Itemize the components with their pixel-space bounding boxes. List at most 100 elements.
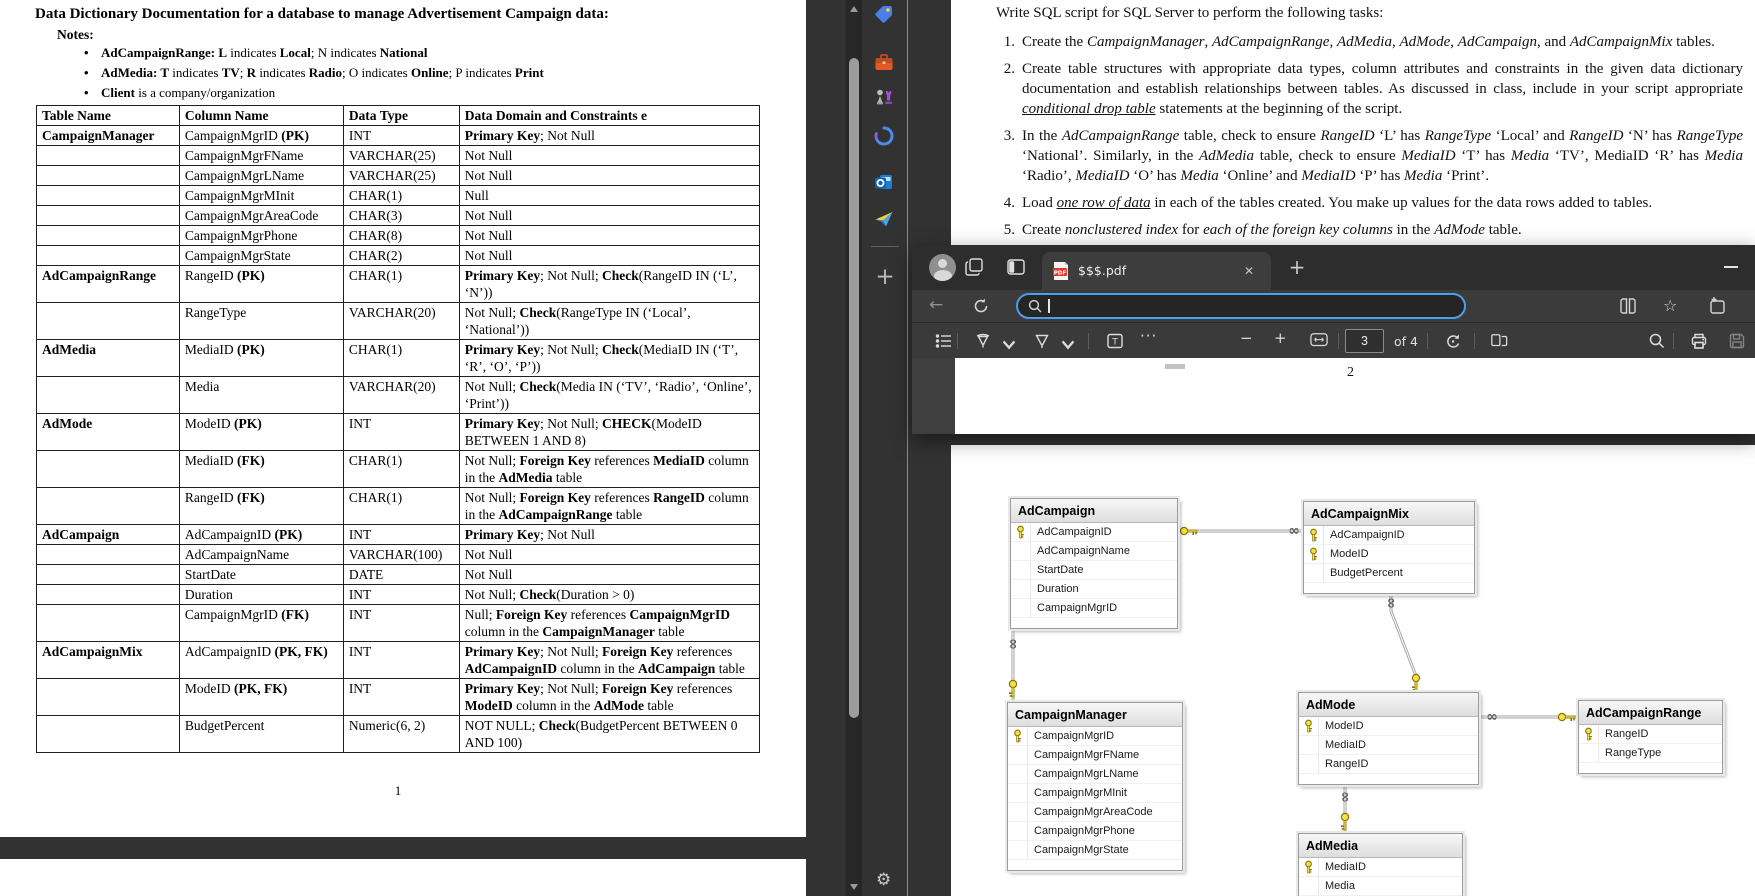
scroll-up-icon[interactable]: [850, 6, 858, 12]
dict-row: Media VARCHAR(20) Not Null; Check(Media IN…: [36, 376, 761, 414]
field-gutter: [1008, 746, 1028, 764]
dict-cell: Not Null: [458, 245, 761, 266]
dict-cell: RangeType: [178, 302, 344, 340]
page-view-icon[interactable]: [1490, 332, 1508, 350]
loop-icon[interactable]: [873, 125, 895, 147]
dict-cell: Not Null: [458, 225, 761, 246]
dict-cell: Primary Key; Not Null: [458, 125, 761, 146]
field-gutter: [1008, 822, 1028, 840]
find-icon[interactable]: [1648, 332, 1666, 350]
dict-cell: Media: [178, 376, 344, 414]
briefcase-icon[interactable]: [873, 52, 895, 74]
dict-cell: RangeID (FK): [178, 487, 344, 525]
dict-row: CampaignMgrMInit CHAR(1) Null: [36, 185, 761, 206]
dict-cell: VARCHAR(20): [342, 302, 460, 340]
contents-icon[interactable]: [935, 332, 953, 350]
dict-column-header: Table Name: [36, 105, 180, 126]
entity-field: CampaignMgrMInit: [1008, 784, 1182, 803]
minimize-button[interactable]: [1724, 266, 1738, 268]
dict-cell: MediaID (FK): [178, 450, 344, 488]
search-icon: [1028, 299, 1042, 313]
dict-cell: ModeID (PK, FK): [178, 678, 344, 716]
dict-cell: CampaignMgrMInit: [178, 185, 344, 206]
field-name: CampaignMgrState: [1034, 844, 1129, 856]
avatar[interactable]: [929, 254, 956, 281]
search-input[interactable]: [1049, 299, 1430, 313]
task-number: 3.: [1003, 128, 1015, 144]
dict-cell: Not Null: [458, 205, 761, 226]
scrollbar[interactable]: [846, 0, 862, 896]
workspaces-icon[interactable]: [964, 257, 984, 277]
dict-row: CampaignMgrPhone CHAR(8) Not Null: [36, 225, 761, 246]
sidebar-add-button[interactable]: +: [874, 264, 896, 290]
dict-cell: INT: [342, 524, 460, 545]
dict-cell: [36, 185, 180, 206]
highlight-pen-icon[interactable]: [974, 332, 992, 350]
dict-cell: CampaignManager: [36, 125, 180, 146]
entity-AdMedia: AdMedia MediaID Media: [1296, 831, 1465, 896]
dict-cell: Primary Key; Not Null: [458, 524, 761, 545]
chevron-down-icon[interactable]: [1059, 336, 1077, 354]
field-name: CampaignMgrID: [1034, 730, 1115, 742]
address-box[interactable]: [1016, 293, 1466, 319]
dict-cell: [36, 145, 180, 166]
text-box-icon[interactable]: T: [1106, 332, 1124, 350]
dict-cell: NOT NULL; Check(BudgetPercent BETWEEN 0 …: [458, 715, 761, 753]
save-icon[interactable]: [1728, 332, 1746, 350]
entity-field: Media: [1299, 877, 1462, 896]
dict-cell: [36, 205, 180, 226]
back-icon[interactable]: ←: [929, 295, 943, 315]
page-number-input[interactable]: [1345, 329, 1384, 353]
primary-key-icon: [1304, 545, 1324, 563]
page-count-label: of 4: [1394, 334, 1418, 349]
dict-cell: [36, 564, 180, 585]
field-name: BudgetPercent: [1330, 567, 1403, 579]
rotate-icon[interactable]: [1444, 332, 1462, 350]
collections-icon[interactable]: [1707, 296, 1727, 316]
refresh-icon[interactable]: [972, 297, 990, 315]
browser-window: PDF $$$.pdf ✕ + ← ☆ T ··· − + 3 of 4 2: [912, 245, 1755, 434]
dict-cell: Primary Key; Not Null; Check(RangeID IN …: [458, 265, 761, 303]
dict-cell: BudgetPercent: [178, 715, 344, 753]
vertical-tabs-icon[interactable]: [1006, 257, 1026, 277]
dict-cell: CampaignMgrID (FK): [178, 604, 344, 642]
field-gutter: [1011, 599, 1031, 617]
favorites-icon[interactable]: ☆: [1663, 296, 1683, 316]
field-name: ModeID: [1330, 548, 1369, 560]
new-tab-button[interactable]: +: [1286, 256, 1308, 278]
dict-row: AdCampaignMix AdCampaignID (PK, FK) INT Pri…: [36, 641, 761, 679]
dict-cell: CampaignMgrPhone: [178, 225, 344, 246]
task-number: 1.: [1003, 34, 1015, 50]
chevron-down-icon[interactable]: [1000, 336, 1018, 354]
dict-cell: Not Null: [458, 165, 761, 186]
field-name: RangeID: [1605, 728, 1649, 740]
tab-close-icon[interactable]: ✕: [1241, 263, 1257, 279]
field-gutter: [1011, 542, 1031, 560]
task-item: 2. Create table structures with appropria…: [996, 59, 1743, 119]
print-icon[interactable]: [1690, 332, 1708, 350]
draw-pen-icon[interactable]: [1033, 332, 1051, 350]
gear-icon[interactable]: ⚙: [876, 870, 891, 890]
primary-key-icon: [1008, 727, 1028, 745]
scroll-down-icon[interactable]: [850, 884, 858, 890]
primary-key-icon: [1299, 717, 1319, 735]
scrollbar-thumb[interactable]: [849, 58, 859, 718]
outlook-icon[interactable]: [873, 171, 895, 193]
dict-cell: Null; Foreign Key references CampaignMgr…: [458, 604, 761, 642]
paper-plane-icon[interactable]: [873, 208, 895, 230]
panel-divider: [907, 0, 908, 896]
field-name: RangeID: [1325, 758, 1369, 770]
entity-AdMode: AdMode ModeID MediaID RangeID: [1296, 690, 1481, 787]
zoom-out-button[interactable]: −: [1240, 329, 1253, 347]
fit-width-icon[interactable]: [1310, 332, 1328, 350]
tag-icon[interactable]: [873, 3, 895, 25]
more-icon[interactable]: ···: [1140, 327, 1157, 345]
tab-pdf[interactable]: PDF $$$.pdf ✕: [1042, 252, 1271, 290]
dict-cell: ModeID (PK): [178, 413, 344, 451]
zoom-in-button[interactable]: +: [1274, 329, 1287, 347]
split-screen-icon[interactable]: [1618, 296, 1638, 316]
pdf-toolbar: T ··· − + of 4: [912, 322, 1755, 358]
entity-field: AdCampaignName: [1011, 542, 1177, 561]
chess-icon[interactable]: [873, 85, 895, 107]
dict-cell: VARCHAR(100): [342, 544, 460, 565]
